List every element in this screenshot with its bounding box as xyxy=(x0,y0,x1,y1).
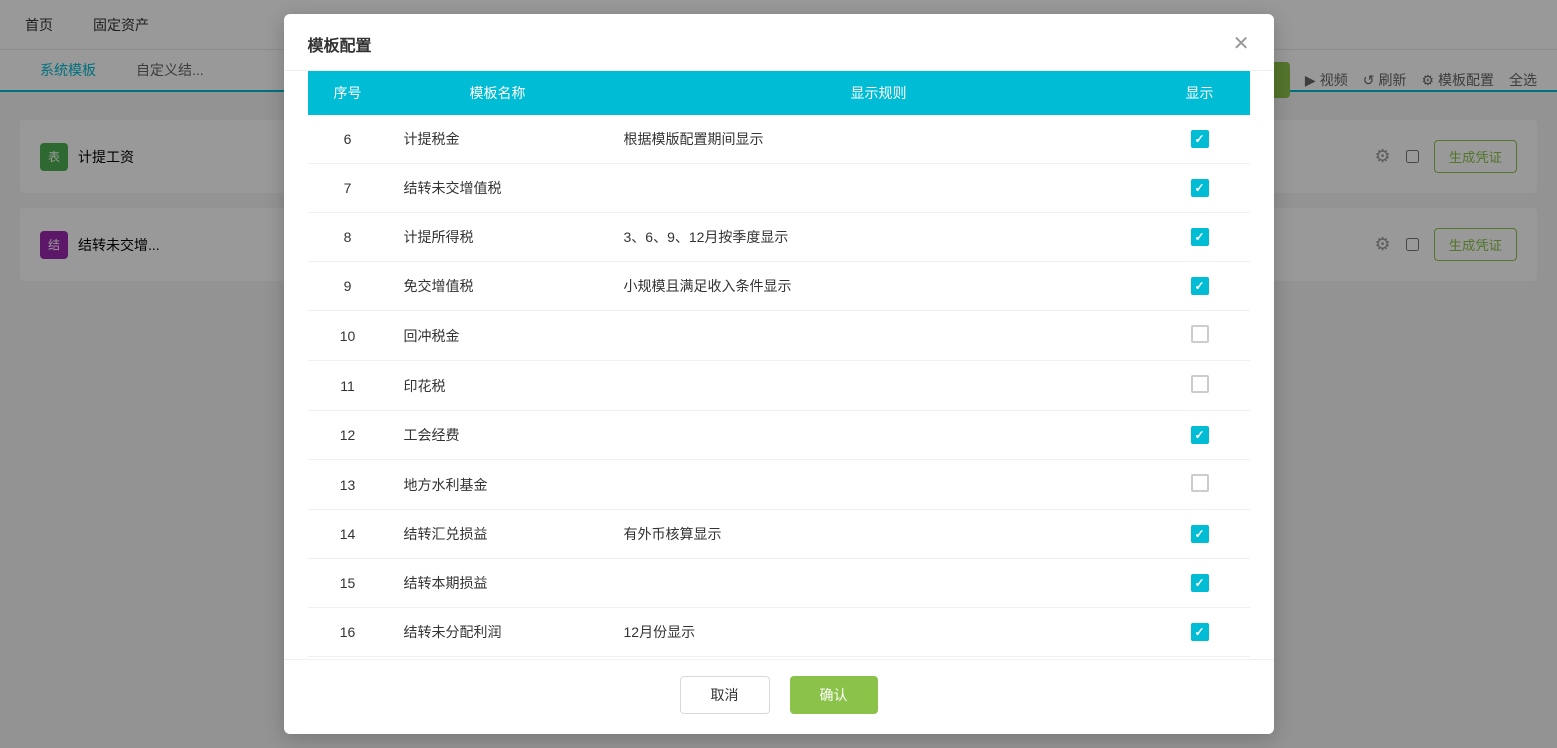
table-row: 14结转汇兑损益有外币核算显示 xyxy=(308,510,1250,559)
table-row: 9免交增值税小规模且满足收入条件显示 xyxy=(308,262,1250,311)
table-row: 7结转未交增值税 xyxy=(308,164,1250,213)
col-header-id: 序号 xyxy=(308,71,388,115)
cell-rule xyxy=(608,311,1150,361)
cell-rule: 3、6、9、12月按季度显示 xyxy=(608,213,1150,262)
table-row: 11印花税 xyxy=(308,361,1250,411)
confirm-button[interactable]: 确认 xyxy=(790,676,878,714)
table-row: 13地方水利基金 xyxy=(308,460,1250,510)
table-row: 6计提税金根据模版配置期间显示 xyxy=(308,115,1250,164)
cell-id: 7 xyxy=(308,164,388,213)
row-checkbox-14[interactable] xyxy=(1191,525,1209,543)
cell-name: 计提税金 xyxy=(388,115,608,164)
col-header-show: 显示 xyxy=(1150,71,1250,115)
cell-id: 12 xyxy=(308,411,388,460)
modal-template-config: 模板配置 ✕ 序号 模板名称 显示规则 显示 6计提税金根据模版配置期间显示7结… xyxy=(284,14,1274,734)
table-row: 10回冲税金 xyxy=(308,311,1250,361)
row-checkbox-6[interactable] xyxy=(1191,130,1209,148)
cell-rule xyxy=(608,460,1150,510)
cancel-button[interactable]: 取消 xyxy=(680,676,770,714)
modal-overlay: 模板配置 ✕ 序号 模板名称 显示规则 显示 6计提税金根据模版配置期间显示7结… xyxy=(0,0,1557,748)
table-row: 15结转本期损益 xyxy=(308,559,1250,608)
modal-header: 模板配置 ✕ xyxy=(284,14,1274,71)
table-row: 16结转未分配利润12月份显示 xyxy=(308,608,1250,657)
row-checkbox-12[interactable] xyxy=(1191,426,1209,444)
table-body: 6计提税金根据模版配置期间显示7结转未交增值税8计提所得税3、6、9、12月按季… xyxy=(308,115,1250,657)
cell-checkbox xyxy=(1150,608,1250,657)
cell-id: 11 xyxy=(308,361,388,411)
cell-checkbox xyxy=(1150,411,1250,460)
cell-rule: 12月份显示 xyxy=(608,608,1150,657)
cell-rule: 有外币核算显示 xyxy=(608,510,1150,559)
cell-checkbox xyxy=(1150,559,1250,608)
cell-rule: 根据模版配置期间显示 xyxy=(608,115,1150,164)
col-header-rule: 显示规则 xyxy=(608,71,1150,115)
row-checkbox-15[interactable] xyxy=(1191,574,1209,592)
cell-name: 结转汇兑损益 xyxy=(388,510,608,559)
cell-checkbox xyxy=(1150,262,1250,311)
cell-id: 10 xyxy=(308,311,388,361)
cell-checkbox xyxy=(1150,213,1250,262)
cell-id: 8 xyxy=(308,213,388,262)
row-checkbox-7[interactable] xyxy=(1191,179,1209,197)
table-row: 8计提所得税3、6、9、12月按季度显示 xyxy=(308,213,1250,262)
cell-rule xyxy=(608,361,1150,411)
cell-id: 16 xyxy=(308,608,388,657)
cell-rule: 小规模且满足收入条件显示 xyxy=(608,262,1150,311)
config-table: 序号 模板名称 显示规则 显示 6计提税金根据模版配置期间显示7结转未交增值税8… xyxy=(308,71,1250,657)
row-checkbox-8[interactable] xyxy=(1191,228,1209,246)
close-icon[interactable]: ✕ xyxy=(1233,34,1250,54)
cell-name: 地方水利基金 xyxy=(388,460,608,510)
cell-name: 工会经费 xyxy=(388,411,608,460)
cell-name: 印花税 xyxy=(388,361,608,411)
cell-id: 15 xyxy=(308,559,388,608)
cell-rule xyxy=(608,164,1150,213)
cell-checkbox xyxy=(1150,510,1250,559)
table-row: 12工会经费 xyxy=(308,411,1250,460)
cell-checkbox xyxy=(1150,311,1250,361)
table-header: 序号 模板名称 显示规则 显示 xyxy=(308,71,1250,115)
cell-name: 结转本期损益 xyxy=(388,559,608,608)
cell-rule xyxy=(608,411,1150,460)
cell-name: 回冲税金 xyxy=(388,311,608,361)
cell-name: 结转未分配利润 xyxy=(388,608,608,657)
row-checkbox-16[interactable] xyxy=(1191,623,1209,641)
modal-body: 序号 模板名称 显示规则 显示 6计提税金根据模版配置期间显示7结转未交增值税8… xyxy=(284,71,1274,659)
cell-name: 计提所得税 xyxy=(388,213,608,262)
modal-title: 模板配置 xyxy=(308,32,372,56)
cell-checkbox xyxy=(1150,361,1250,411)
cell-checkbox xyxy=(1150,164,1250,213)
row-checkbox-9[interactable] xyxy=(1191,277,1209,295)
row-checkbox-10[interactable] xyxy=(1191,325,1209,343)
modal-footer: 取消 确认 xyxy=(284,659,1274,734)
row-checkbox-11[interactable] xyxy=(1191,375,1209,393)
cell-id: 13 xyxy=(308,460,388,510)
cell-checkbox xyxy=(1150,115,1250,164)
cell-id: 14 xyxy=(308,510,388,559)
cell-name: 免交增值税 xyxy=(388,262,608,311)
cell-rule xyxy=(608,559,1150,608)
cell-id: 6 xyxy=(308,115,388,164)
col-header-name: 模板名称 xyxy=(388,71,608,115)
cell-checkbox xyxy=(1150,460,1250,510)
cell-id: 9 xyxy=(308,262,388,311)
row-checkbox-13[interactable] xyxy=(1191,474,1209,492)
cell-name: 结转未交增值税 xyxy=(388,164,608,213)
